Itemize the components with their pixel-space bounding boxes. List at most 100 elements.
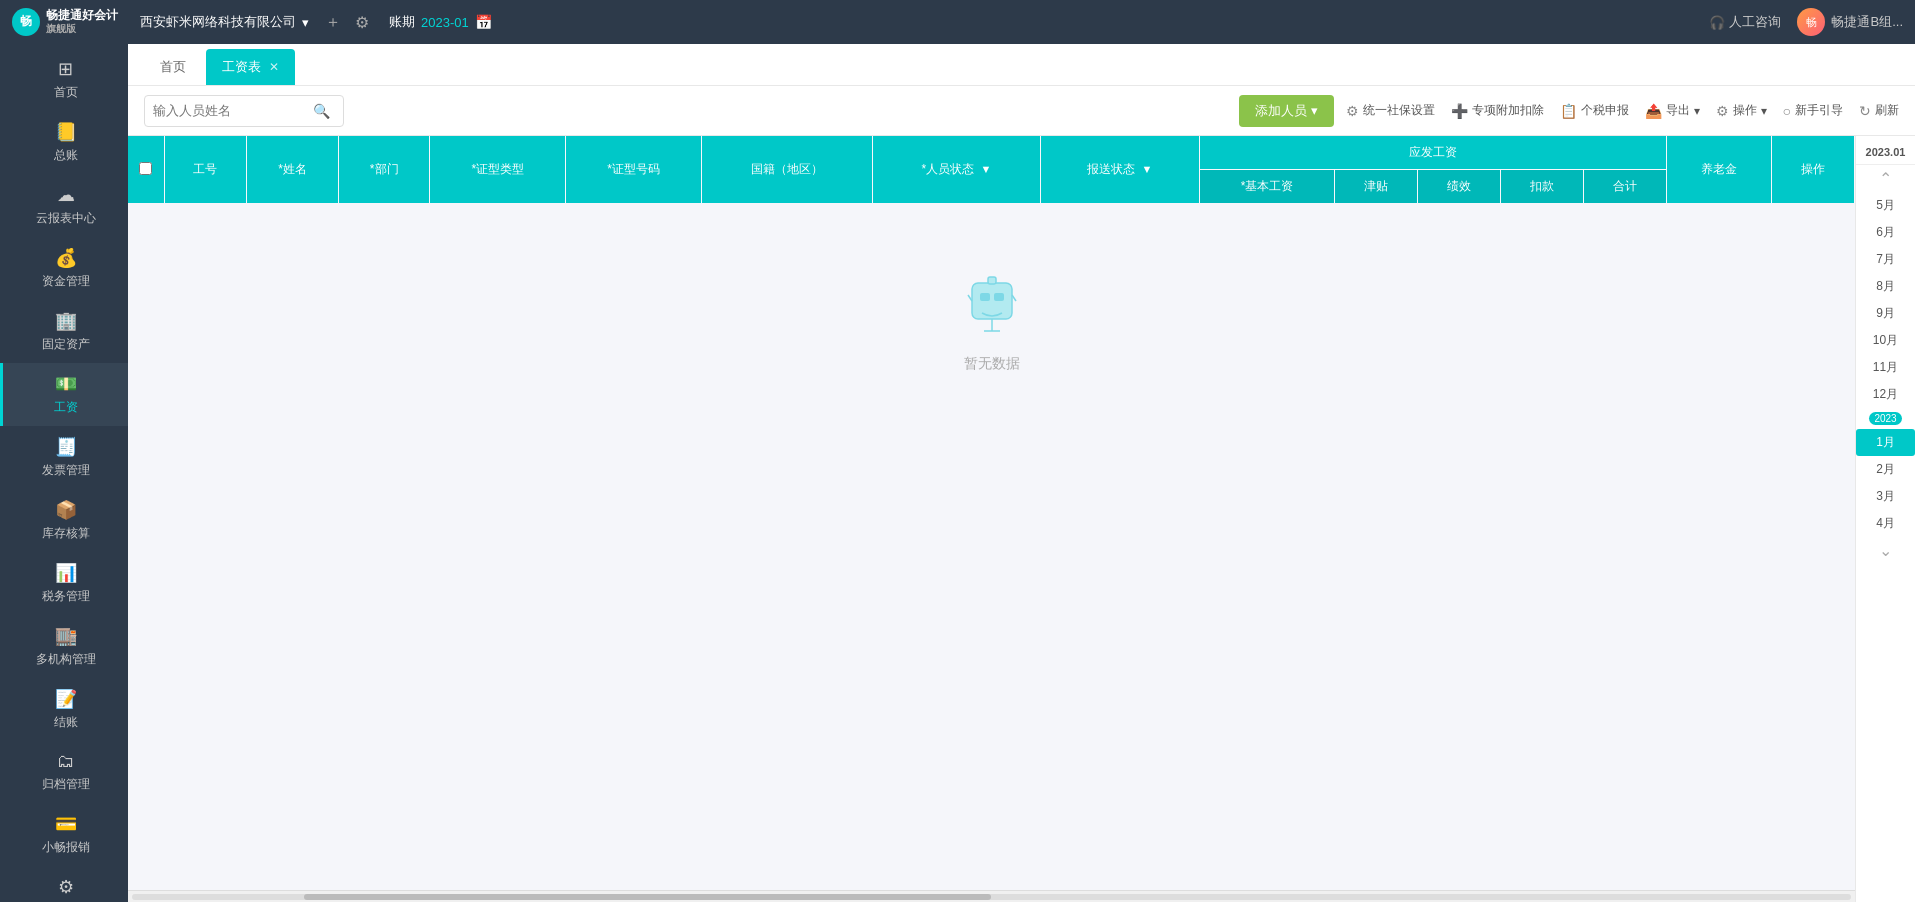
month-2022-8[interactable]: 8月 (1856, 273, 1915, 300)
th-performance: 绩效 (1418, 170, 1501, 204)
month-2022-9[interactable]: 9月 (1856, 300, 1915, 327)
th-salary-group: 应发工资 (1199, 136, 1666, 170)
sidebar-item-invoice[interactable]: 🧾 发票管理 (0, 426, 128, 489)
table-area: 工号 *姓名 *部门 *证型类型 *证型号码 国籍（地区） *人员状态 ▼ (128, 136, 1915, 902)
operations-icon: ⚙ (1716, 103, 1729, 119)
user-name: 畅捷通B组... (1831, 13, 1903, 31)
add-person-label: 添加人员 (1255, 102, 1307, 120)
sidebar-item-label: 小畅报销 (42, 839, 90, 856)
toolbar-actions: ⚙ 统一社保设置 ➕ 专项附加扣除 📋 个税申报 📤 导出 ▾ ⚙ (1346, 102, 1899, 119)
status-filter-icon[interactable]: ▼ (981, 163, 992, 175)
th-status: *人员状态 ▼ (873, 136, 1040, 203)
sidebar-item-salary[interactable]: 💵 工资 (0, 363, 128, 426)
operations-button[interactable]: ⚙ 操作 ▾ (1716, 102, 1767, 119)
scroll-up-arrow[interactable]: ⌃ (1875, 165, 1896, 192)
app-edition: 旗舰版 (46, 22, 118, 36)
sidebar-item-label: 工资 (54, 399, 78, 416)
scrollbar-thumb[interactable] (304, 894, 992, 900)
empty-icon (952, 263, 1032, 343)
month-2022-6[interactable]: 6月 (1856, 219, 1915, 246)
home-icon: ⊞ (58, 58, 73, 80)
refresh-button[interactable]: ↻ 刷新 (1859, 102, 1899, 119)
tax-icon: 📊 (55, 562, 77, 584)
settings-icon[interactable]: ⚙ (355, 13, 369, 32)
fixed-assets-icon: 🏢 (55, 310, 77, 332)
salary-icon: 💵 (55, 373, 77, 395)
svg-rect-3 (988, 277, 996, 284)
sidebar-item-label: 税务管理 (42, 588, 90, 605)
month-2022-7[interactable]: 7月 (1856, 246, 1915, 273)
multi-org-icon: 🏬 (55, 625, 77, 647)
month-2023-3[interactable]: 3月 (1856, 483, 1915, 510)
sidebar-item-inventory[interactable]: 📦 库存核算 (0, 489, 128, 552)
sidebar-item-ledger[interactable]: 📒 总账 (0, 111, 128, 174)
guide-circle-icon: ○ (1783, 103, 1791, 119)
month-2023-4[interactable]: 4月 (1856, 510, 1915, 537)
scroll-down-arrow[interactable]: ⌄ (1875, 537, 1896, 564)
add-icon[interactable]: ＋ (325, 12, 341, 33)
company-dropdown-icon[interactable]: ▾ (302, 15, 309, 30)
sidebar-item-close[interactable]: 📝 结账 (0, 678, 128, 741)
sidebar-item-cloud-report[interactable]: ☁ 云报表中心 (0, 174, 128, 237)
period-label: 账期 (389, 13, 415, 31)
export-icon: 📤 (1645, 103, 1662, 119)
calendar-icon[interactable]: 📅 (475, 14, 492, 30)
sidebar-item-label: 固定资产 (42, 336, 90, 353)
topbar-actions: ＋ ⚙ (325, 12, 369, 33)
sidebar-item-expense[interactable]: 💳 小畅报销 (0, 803, 128, 866)
th-country: 国籍（地区） (701, 136, 872, 203)
sidebar-item-label: 库存核算 (42, 525, 90, 542)
inventory-icon: 📦 (55, 499, 77, 521)
guide-button[interactable]: ○ 新手引导 (1783, 102, 1843, 119)
empty-state: 暂无数据 (128, 203, 1855, 433)
tab-salary-close[interactable]: ✕ (269, 60, 279, 74)
period-selector[interactable]: 账期 2023-01 📅 (389, 13, 492, 31)
special-deduction-icon: ➕ (1451, 103, 1468, 119)
add-person-dropdown-icon: ▾ (1311, 103, 1318, 118)
month-2022-5[interactable]: 5月 (1856, 192, 1915, 219)
month-2023-2[interactable]: 2月 (1856, 456, 1915, 483)
user-button[interactable]: 畅 畅捷通B组... (1797, 8, 1903, 36)
export-button[interactable]: 📤 导出 ▾ (1645, 102, 1700, 119)
tax-report-button[interactable]: 📋 个税申报 (1560, 102, 1629, 119)
salary-table: 工号 *姓名 *部门 *证型类型 *证型号码 国籍（地区） *人员状态 ▼ (128, 136, 1855, 203)
company-selector[interactable]: 西安虾米网络科技有限公司 ▾ (140, 13, 309, 31)
th-dept: *部门 (338, 136, 430, 203)
report-filter-icon[interactable]: ▼ (1141, 163, 1152, 175)
tab-home-label: 首页 (160, 58, 186, 76)
social-settings-button[interactable]: ⚙ 统一社保设置 (1346, 102, 1435, 119)
sidebar-item-fund[interactable]: 💰 资金管理 (0, 237, 128, 300)
sidebar-item-label: 归档管理 (42, 776, 90, 793)
scrollbar-track[interactable] (132, 894, 1851, 900)
month-2022-10[interactable]: 10月 (1856, 327, 1915, 354)
th-id: 工号 (164, 136, 247, 203)
svg-rect-0 (972, 283, 1012, 319)
svg-rect-2 (994, 293, 1004, 301)
sidebar-item-fixed-assets[interactable]: 🏢 固定资产 (0, 300, 128, 363)
month-2023-1[interactable]: 1月 (1856, 429, 1915, 456)
th-subsidy: 津贴 (1335, 170, 1418, 204)
sidebar-item-home[interactable]: ⊞ 首页 (0, 48, 128, 111)
sidebar-item-label: 云报表中心 (36, 210, 96, 227)
sidebar-item-tax[interactable]: 📊 税务管理 (0, 552, 128, 615)
help-button[interactable]: 🎧 人工咨询 (1709, 13, 1781, 31)
sidebar-item-archive[interactable]: 🗂 归档管理 (0, 741, 128, 803)
month-2022-12[interactable]: 12月 (1856, 381, 1915, 408)
horizontal-scrollbar[interactable] (128, 890, 1855, 902)
month-2022-11[interactable]: 11月 (1856, 354, 1915, 381)
sidebar-item-label: 首页 (54, 84, 78, 101)
th-checkbox[interactable] (128, 136, 164, 203)
tab-home[interactable]: 首页 (144, 49, 202, 85)
sidebar-item-settings[interactable]: ⚙ 基础设置 (0, 866, 128, 902)
tab-salary[interactable]: 工资表 ✕ (206, 49, 295, 85)
special-deduction-button[interactable]: ➕ 专项附加扣除 (1451, 102, 1544, 119)
search-input[interactable] (153, 103, 313, 118)
main-layout: ⊞ 首页 📒 总账 ☁ 云报表中心 💰 资金管理 🏢 固定资产 💵 工资 🧾 发… (0, 44, 1915, 902)
sidebar-item-label: 结账 (54, 714, 78, 731)
toolbar: 🔍 添加人员 ▾ ⚙ 统一社保设置 ➕ 专项附加扣除 📋 个税申报 (128, 86, 1915, 136)
sidebar-item-multi-org[interactable]: 🏬 多机构管理 (0, 615, 128, 678)
refresh-label: 刷新 (1875, 102, 1899, 119)
add-person-button[interactable]: 添加人员 ▾ (1239, 95, 1334, 127)
sidebar-item-label: 资金管理 (42, 273, 90, 290)
select-all-checkbox[interactable] (139, 162, 152, 175)
